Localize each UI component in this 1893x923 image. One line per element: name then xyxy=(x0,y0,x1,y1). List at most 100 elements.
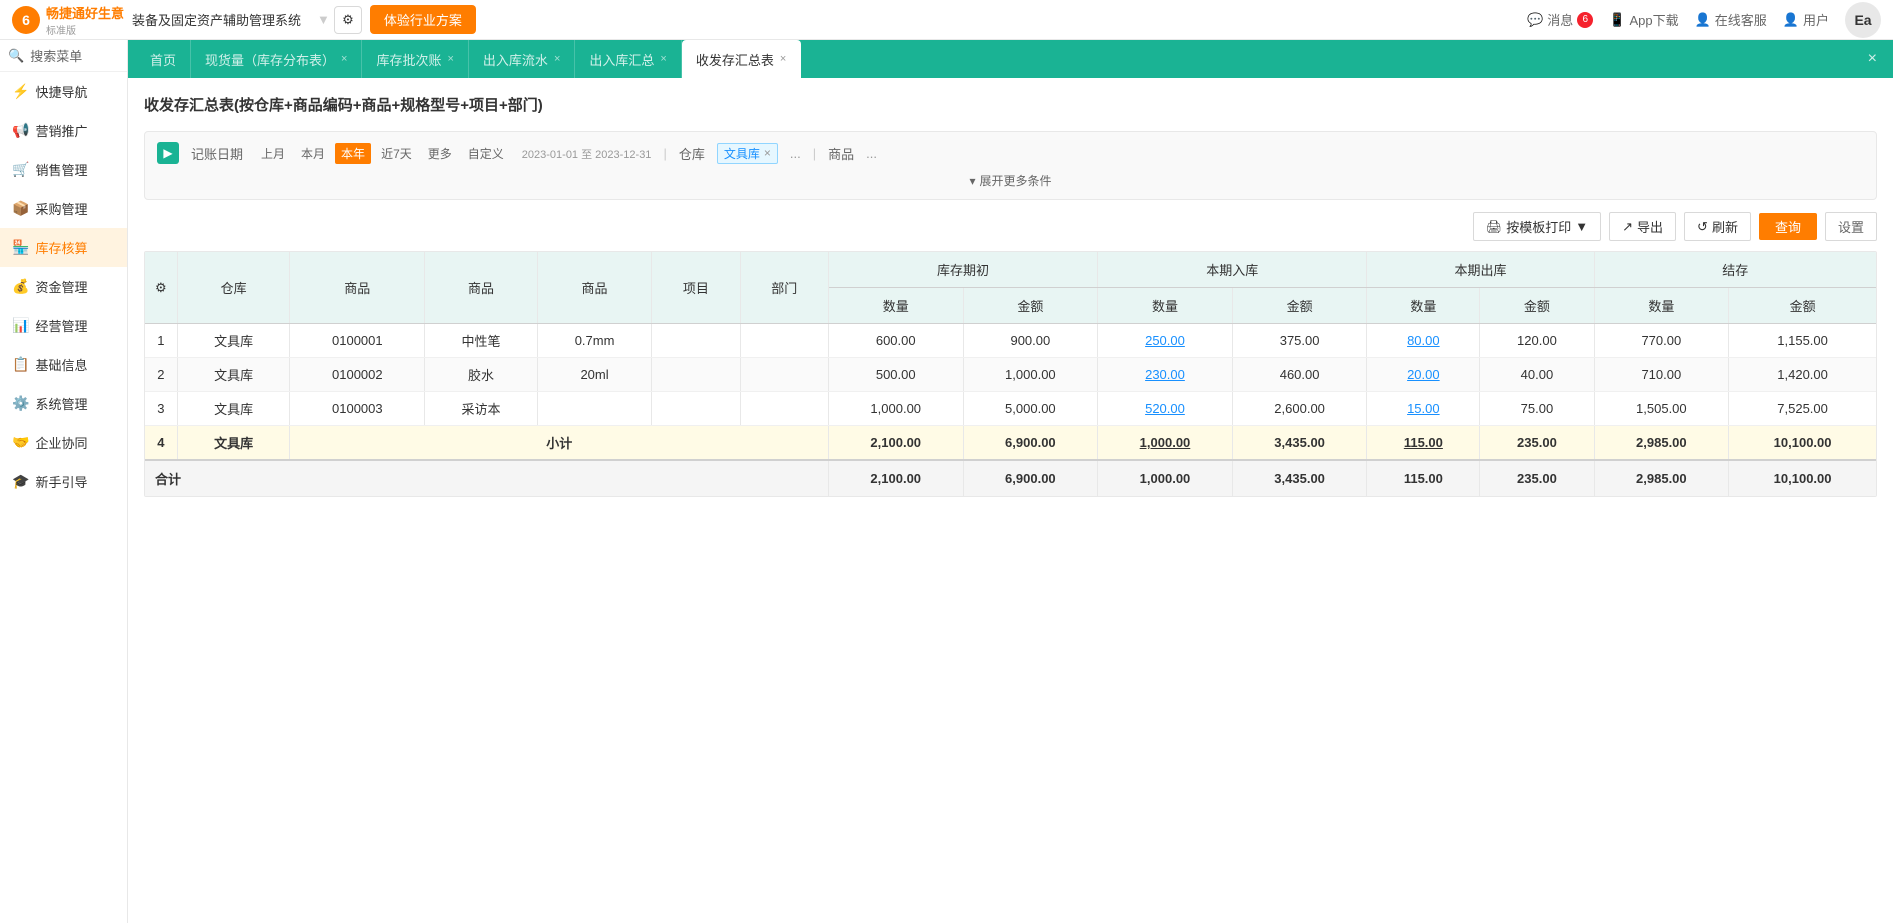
tab-inventory-distribution[interactable]: 现货量（库存分布表） × xyxy=(191,40,362,78)
cell-close-qty-2: 710.00 xyxy=(1594,358,1729,392)
cell-open-amt-1: 900.00 xyxy=(963,324,1098,358)
print-button[interactable]: 🖨 按模板打印 ▼ xyxy=(1473,212,1601,241)
table-row: 1 文具库 0100001 中性笔 0.7mm 600.00 900.00 25… xyxy=(145,324,1876,358)
sidebar-item-inventory[interactable]: 🏪 库存核算 xyxy=(0,228,127,267)
subtotal-in-qty[interactable]: 1,000.00 xyxy=(1098,426,1233,461)
settings-button[interactable]: 设置 xyxy=(1825,212,1877,241)
tab-close-inout-flow[interactable]: × xyxy=(554,53,560,65)
cell-in-amt-3: 2,600.00 xyxy=(1232,392,1367,426)
tab-close-inventory-distribution[interactable]: × xyxy=(341,53,347,65)
enterprise-icon: 🤝 xyxy=(12,434,29,451)
cell-in-qty-3[interactable]: 520.00 xyxy=(1098,392,1233,426)
page-content: 收发存汇总表(按仓库+商品编码+商品+规格型号+项目+部门) ▶ 记账日期 上月… xyxy=(128,78,1893,923)
sidebar-item-basic-info[interactable]: 📋 基础信息 xyxy=(0,345,127,384)
th-project: 项目 xyxy=(652,252,740,324)
settings-icon[interactable]: ⚙ xyxy=(334,6,362,34)
experience-button[interactable]: 体验行业方案 xyxy=(370,5,476,34)
th-close-qty: 数量 xyxy=(1594,288,1729,324)
cell-open-amt-3: 5,000.00 xyxy=(963,392,1098,426)
filter-expand-button[interactable]: ▾ 展开更多条件 xyxy=(157,172,1864,189)
warehouse-more-button[interactable]: ... xyxy=(790,146,801,161)
service-icon: 👤 xyxy=(1695,12,1711,28)
date-option-more[interactable]: 更多 xyxy=(422,143,458,164)
cell-code-2: 0100002 xyxy=(290,358,425,392)
date-option-this-month[interactable]: 本月 xyxy=(295,143,331,164)
sidebar-item-system[interactable]: ⚙️ 系统管理 xyxy=(0,384,127,423)
app-download-button[interactable]: 📱 App下载 xyxy=(1609,10,1678,29)
filter-date-options: 上月 本月 本年 近7天 更多 自定义 xyxy=(255,143,510,164)
query-button[interactable]: 查询 xyxy=(1759,213,1817,240)
user-button[interactable]: 👤 用户 xyxy=(1783,10,1829,29)
th-settings[interactable]: ⚙ xyxy=(145,252,177,324)
tab-recv-send-summary[interactable]: 收发存汇总表 × xyxy=(682,40,801,78)
tab-batch-ledger[interactable]: 库存批次账 × xyxy=(362,40,468,78)
date-option-last-month[interactable]: 上月 xyxy=(255,143,291,164)
subtotal-warehouse: 文具库 xyxy=(177,426,290,461)
cell-open-qty-3: 1,000.00 xyxy=(828,392,963,426)
sidebar-item-finance[interactable]: 💰 资金管理 xyxy=(0,267,127,306)
cell-close-amt-1: 1,155.00 xyxy=(1729,324,1876,358)
total-out-qty: 115.00 xyxy=(1367,460,1480,496)
print-icon: 🖨 xyxy=(1486,219,1503,235)
cell-out-qty-3[interactable]: 15.00 xyxy=(1367,392,1480,426)
cell-in-qty-1[interactable]: 250.00 xyxy=(1098,324,1233,358)
th-out-amt: 金额 xyxy=(1480,288,1594,324)
cell-in-qty-2[interactable]: 230.00 xyxy=(1098,358,1233,392)
date-option-7days[interactable]: 近7天 xyxy=(375,143,418,164)
marketing-icon: 📢 xyxy=(12,122,29,139)
cell-out-qty-1[interactable]: 80.00 xyxy=(1367,324,1480,358)
cell-no-1: 1 xyxy=(145,324,177,358)
tab-close-inout-summary[interactable]: × xyxy=(660,53,666,65)
app-title: 畅捷通好生意 标准版 xyxy=(46,3,124,37)
sidebar-item-purchase[interactable]: 📦 采购管理 xyxy=(0,189,127,228)
cell-project-2 xyxy=(652,358,740,392)
message-badge: 6 xyxy=(1577,12,1593,28)
content-area: 首页 现货量（库存分布表） × 库存批次账 × 出入库流水 × 出入库汇总 × xyxy=(128,40,1893,923)
sidebar-item-quick-nav[interactable]: ⚡ 快捷导航 xyxy=(0,72,127,111)
total-in-amt: 3,435.00 xyxy=(1232,460,1367,496)
sidebar-item-marketing[interactable]: 📢 营销推广 xyxy=(0,111,127,150)
inventory-icon: 🏪 xyxy=(12,239,29,256)
th-goods-code: 商品 xyxy=(290,252,425,324)
system-title: 装备及固定资产辅助管理系统 xyxy=(132,10,301,29)
tab-inout-summary[interactable]: 出入库汇总 × xyxy=(575,40,681,78)
cell-out-qty-2[interactable]: 20.00 xyxy=(1367,358,1480,392)
sidebar-item-operations[interactable]: 📊 经营管理 xyxy=(0,306,127,345)
sidebar-item-enterprise[interactable]: 🤝 企业协同 xyxy=(0,423,127,462)
warehouse-tag-close[interactable]: × xyxy=(764,146,771,160)
cell-name-1: 中性笔 xyxy=(425,324,538,358)
cell-dept-3 xyxy=(740,392,828,426)
tab-close-recv-send-summary[interactable]: × xyxy=(780,53,786,65)
refresh-button[interactable]: ↺ 刷新 xyxy=(1684,212,1751,241)
cell-code-1: 0100001 xyxy=(290,324,425,358)
sidebar-search[interactable]: 🔍 搜索菜单 xyxy=(0,40,127,72)
sidebar-item-guide[interactable]: 🎓 新手引导 xyxy=(0,462,127,501)
tab-close-batch-ledger[interactable]: × xyxy=(447,53,453,65)
table-row: 2 文具库 0100002 胶水 20ml 500.00 1,000.00 23… xyxy=(145,358,1876,392)
tab-inout-flow[interactable]: 出入库流水 × xyxy=(469,40,575,78)
cell-close-qty-1: 770.00 xyxy=(1594,324,1729,358)
cell-name-3: 采访本 xyxy=(425,392,538,426)
export-button[interactable]: ↗ 导出 xyxy=(1609,212,1676,241)
tab-home[interactable]: 首页 xyxy=(136,40,191,78)
filter-toggle-button[interactable]: ▶ xyxy=(157,142,179,164)
subtotal-out-qty[interactable]: 115.00 xyxy=(1367,426,1480,461)
subtotal-no: 4 xyxy=(145,426,177,461)
cell-spec-2: 20ml xyxy=(537,358,651,392)
cell-spec-1: 0.7mm xyxy=(537,324,651,358)
total-row: 合计 2,100.00 6,900.00 1,000.00 3,435.00 1… xyxy=(145,460,1876,496)
date-option-this-year[interactable]: 本年 xyxy=(335,143,371,164)
total-close-amt: 10,100.00 xyxy=(1729,460,1876,496)
subtotal-open-amt: 6,900.00 xyxy=(963,426,1098,461)
date-option-custom[interactable]: 自定义 xyxy=(462,143,510,164)
online-service-button[interactable]: 👤 在线客服 xyxy=(1695,10,1767,29)
page-title: 收发存汇总表(按仓库+商品编码+商品+规格型号+项目+部门) xyxy=(144,94,1877,115)
cell-name-2: 胶水 xyxy=(425,358,538,392)
message-button[interactable]: 💬 消息 6 xyxy=(1527,10,1593,29)
tab-close-all-icon[interactable]: × xyxy=(1860,50,1885,68)
user-avatar[interactable]: Ea xyxy=(1845,2,1881,38)
cell-out-amt-3: 75.00 xyxy=(1480,392,1594,426)
goods-more-button[interactable]: ... xyxy=(866,146,877,161)
logo-icon: 6 xyxy=(12,6,40,34)
sidebar-item-sales[interactable]: 🛒 销售管理 xyxy=(0,150,127,189)
